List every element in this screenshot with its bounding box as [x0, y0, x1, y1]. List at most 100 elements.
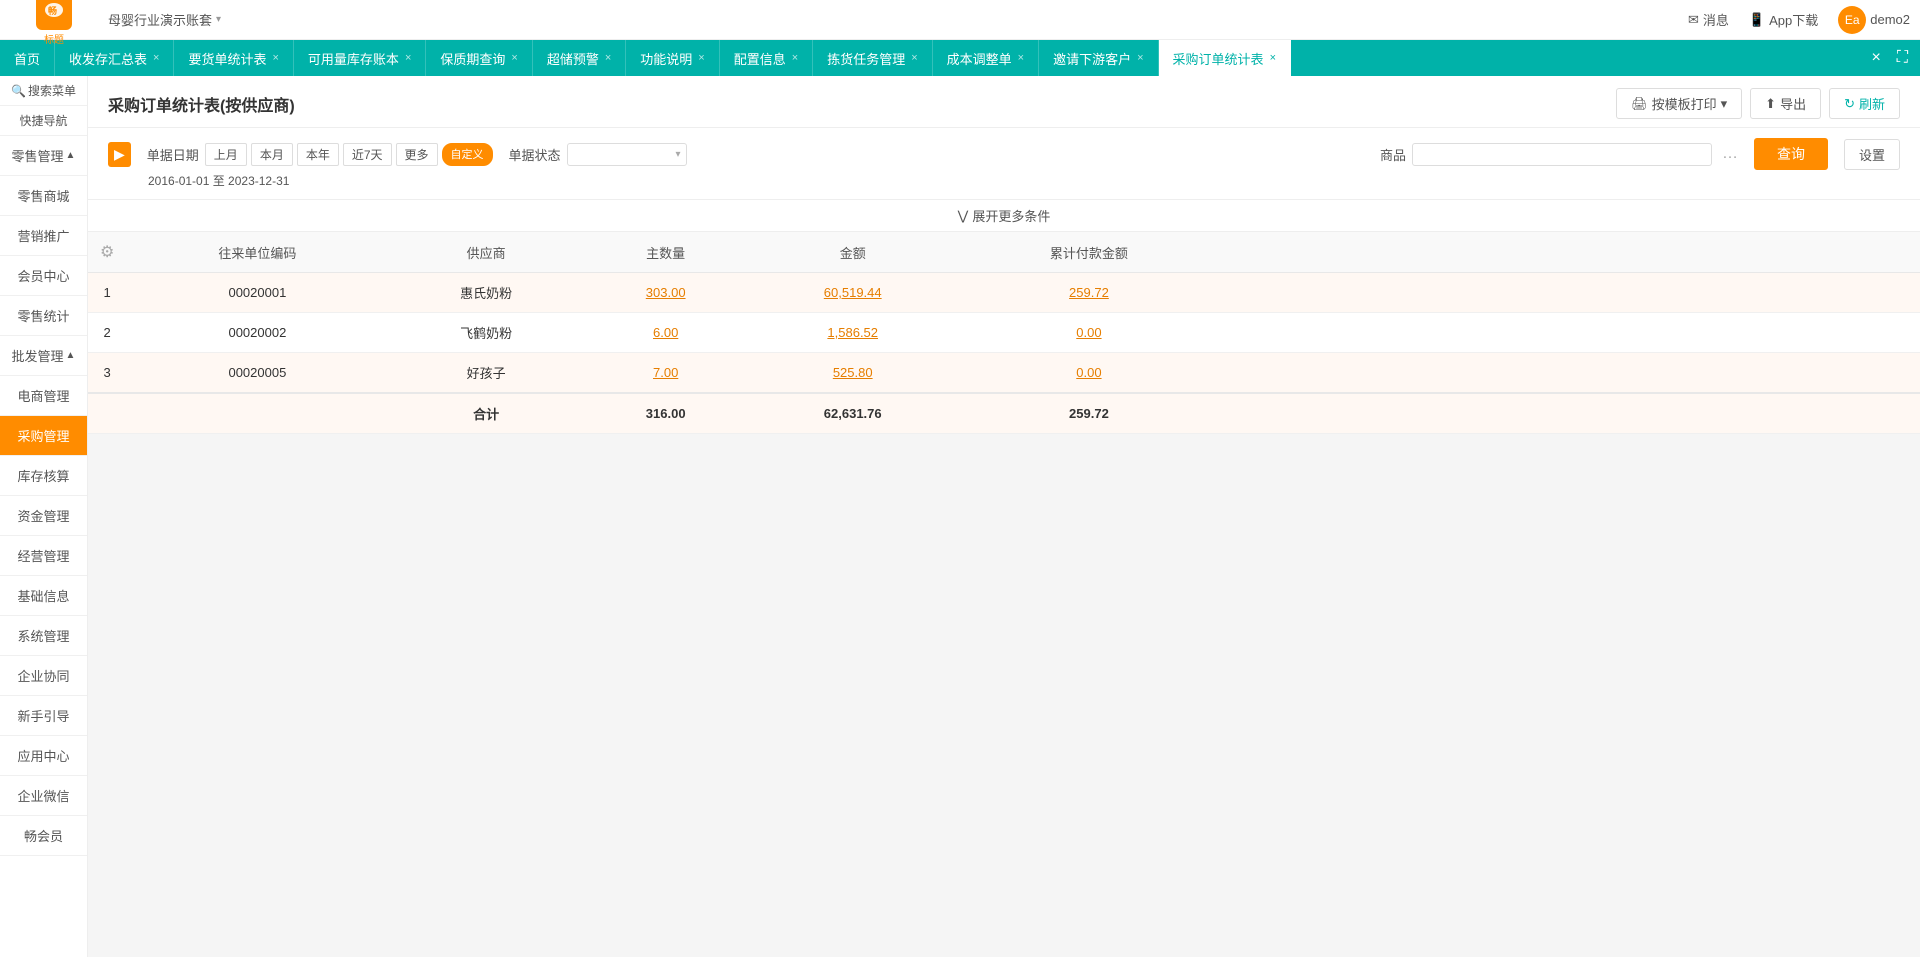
expand-conditions-btn[interactable]: ⋁ 展开更多条件	[958, 206, 1051, 225]
refresh-button[interactable]: ↻ 刷新	[1829, 88, 1900, 119]
row2-paid-link[interactable]: 0.00	[1076, 325, 1101, 340]
tab-inout[interactable]: 收发存汇总表 ×	[55, 40, 174, 76]
sidebar-item-members[interactable]: 会员中心	[0, 256, 87, 296]
sidebar-finance-label: 资金管理	[17, 506, 69, 525]
sidebar-item-collab[interactable]: 企业协同	[0, 656, 87, 696]
tab-config-close[interactable]: ×	[792, 52, 798, 64]
sidebar-item-retail-stats[interactable]: 零售统计	[0, 296, 87, 336]
row1-index: 1	[88, 273, 126, 313]
filter-dots-icon[interactable]: …	[1722, 145, 1738, 163]
tab-cost-close[interactable]: ×	[1018, 52, 1024, 64]
settings-button[interactable]: 设置	[1844, 139, 1900, 170]
org-selector-area: 母婴行业演示账套 ▾	[98, 10, 1688, 29]
th-paid: 累计付款金额	[958, 232, 1220, 273]
sidebar-item-ecommerce[interactable]: 电商管理	[0, 376, 87, 416]
sidebar-item-inventory-check[interactable]: 库存核算	[0, 456, 87, 496]
table-settings-icon[interactable]: ⚙	[100, 244, 114, 261]
row2-amount-link[interactable]: 1,586.52	[827, 325, 878, 340]
user-area[interactable]: Ea demo2	[1838, 6, 1910, 34]
sidebar-item-operations[interactable]: 经营管理	[0, 536, 87, 576]
tab-inventory[interactable]: 可用量库存账本 ×	[294, 40, 426, 76]
tab-pick-close[interactable]: ×	[911, 52, 917, 64]
sidebar-item-sys[interactable]: 系统管理	[0, 616, 87, 656]
row3-quantity-link[interactable]: 7.00	[653, 365, 678, 380]
org-selector[interactable]: 母婴行业演示账套 ▾	[108, 10, 221, 29]
row3-supplier: 好孩子	[388, 353, 583, 394]
tab-order-stat[interactable]: 要货单统计表 ×	[174, 40, 293, 76]
search-button[interactable]: 查询	[1754, 138, 1828, 170]
tab-home[interactable]: 首页	[0, 40, 55, 76]
sidebar-item-basics[interactable]: 基础信息	[0, 576, 87, 616]
date-btn-7days[interactable]: 近7天	[343, 143, 392, 166]
filter-status-select[interactable]	[567, 143, 687, 166]
tab-invite[interactable]: 邀请下游客户 ×	[1039, 40, 1158, 76]
close-tab-icon[interactable]: ×	[1865, 47, 1886, 69]
sidebar-wholesale-label: 批发管理	[12, 346, 64, 365]
date-btn-lastmonth[interactable]: 上月	[205, 143, 247, 166]
table-wrap: ⚙ 往来单位编码 供应商 主数量 金额 累计付款金额 1 00020001	[88, 232, 1920, 434]
row2-supplier: 飞鹤奶粉	[388, 313, 583, 353]
tab-cost[interactable]: 成本调整单 ×	[933, 40, 1039, 76]
tab-expiry[interactable]: 保质期查询 ×	[426, 40, 532, 76]
date-btn-custom[interactable]: 自定义	[442, 143, 493, 166]
sidebar-quick-nav[interactable]: 快捷导航	[0, 106, 87, 136]
sidebar-item-marketing[interactable]: 营销推广	[0, 216, 87, 256]
export-button[interactable]: ⬆ 导出	[1750, 88, 1821, 119]
row2-paid: 0.00	[958, 313, 1220, 353]
sidebar-item-wechat[interactable]: 企业微信	[0, 776, 87, 816]
sidebar-item-retail-shop[interactable]: 零售商城	[0, 176, 87, 216]
sidebar-item-purchase[interactable]: 采购管理	[0, 416, 87, 456]
collapse-icon[interactable]: ▶	[108, 142, 131, 167]
sidebar-item-guide[interactable]: 新手引导	[0, 696, 87, 736]
tab-help-close[interactable]: ×	[698, 52, 704, 64]
filter-goods-input[interactable]	[1412, 143, 1712, 166]
tab-purchase-stat[interactable]: 采购订单统计表 ×	[1159, 40, 1291, 76]
row1-extra	[1220, 273, 1920, 313]
row1-paid: 259.72	[958, 273, 1220, 313]
date-btn-thismonth[interactable]: 本月	[251, 143, 293, 166]
tab-invite-close[interactable]: ×	[1137, 52, 1143, 64]
table-row: 1 00020001 惠氏奶粉 303.00 60,519.44 259.72	[88, 273, 1920, 313]
tab-overstock[interactable]: 超储预警 ×	[533, 40, 626, 76]
tab-overstock-close[interactable]: ×	[605, 52, 611, 64]
collapse-btn[interactable]: ▶	[108, 142, 131, 167]
logo-area: 畅 标题	[10, 0, 98, 46]
main-layout: 🔍 搜索菜单 快捷导航 零售管理 ▲ 零售商城 营销推广 会员中心 零售统计 批…	[0, 76, 1920, 957]
th-unit-code: 往来单位编码	[126, 232, 388, 273]
app-download-btn[interactable]: 📱 App下载	[1749, 10, 1818, 29]
message-btn[interactable]: ✉ 消息	[1688, 10, 1729, 29]
tab-pick[interactable]: 拣货任务管理 ×	[813, 40, 932, 76]
table-row: 2 00020002 飞鹤奶粉 6.00 1,586.52 0.00	[88, 313, 1920, 353]
tab-help[interactable]: 功能说明 ×	[626, 40, 719, 76]
maximize-icon[interactable]: ⛶	[1891, 47, 1914, 69]
row1-unit-code: 00020001	[126, 273, 388, 313]
nav-tabs: 首页 收发存汇总表 × 要货单统计表 × 可用量库存账本 × 保质期查询 × 超…	[0, 40, 1920, 76]
print-button[interactable]: 🖨 按模板打印 ▾	[1616, 88, 1742, 119]
sidebar-item-retail-mgmt[interactable]: 零售管理 ▲	[0, 136, 87, 176]
username: demo2	[1870, 12, 1910, 27]
tab-inout-close[interactable]: ×	[153, 52, 159, 64]
sidebar-item-finance[interactable]: 资金管理	[0, 496, 87, 536]
tab-inventory-close[interactable]: ×	[405, 52, 411, 64]
sidebar-item-member-vip[interactable]: 畅会员	[0, 816, 87, 856]
tab-purchase-stat-close[interactable]: ×	[1270, 52, 1276, 64]
row3-paid-link[interactable]: 0.00	[1076, 365, 1101, 380]
date-btn-more[interactable]: 更多	[396, 143, 438, 166]
row3-index: 3	[88, 353, 126, 394]
row1-paid-link[interactable]: 259.72	[1069, 285, 1109, 300]
page-title: 采购订单统计表(按供应商)	[108, 92, 295, 116]
top-bar: 畅 标题 母婴行业演示账套 ▾ ✉ 消息 📱 App下载 Ea demo2	[0, 0, 1920, 40]
tab-order-stat-close[interactable]: ×	[272, 52, 278, 64]
row2-quantity-link[interactable]: 6.00	[653, 325, 678, 340]
footer-quantity: 316.00	[584, 393, 748, 434]
tab-expiry-close[interactable]: ×	[511, 52, 517, 64]
sidebar-item-wholesale[interactable]: 批发管理 ▲	[0, 336, 87, 376]
sidebar-apps-label: 应用中心	[17, 746, 69, 765]
row3-amount-link[interactable]: 525.80	[833, 365, 873, 380]
date-btn-thisyear[interactable]: 本年	[297, 143, 339, 166]
sidebar-search-label[interactable]: 🔍 搜索菜单	[0, 76, 87, 106]
row1-amount-link[interactable]: 60,519.44	[824, 285, 882, 300]
row1-quantity-link[interactable]: 303.00	[646, 285, 686, 300]
sidebar-item-apps[interactable]: 应用中心	[0, 736, 87, 776]
tab-config[interactable]: 配置信息 ×	[720, 40, 813, 76]
